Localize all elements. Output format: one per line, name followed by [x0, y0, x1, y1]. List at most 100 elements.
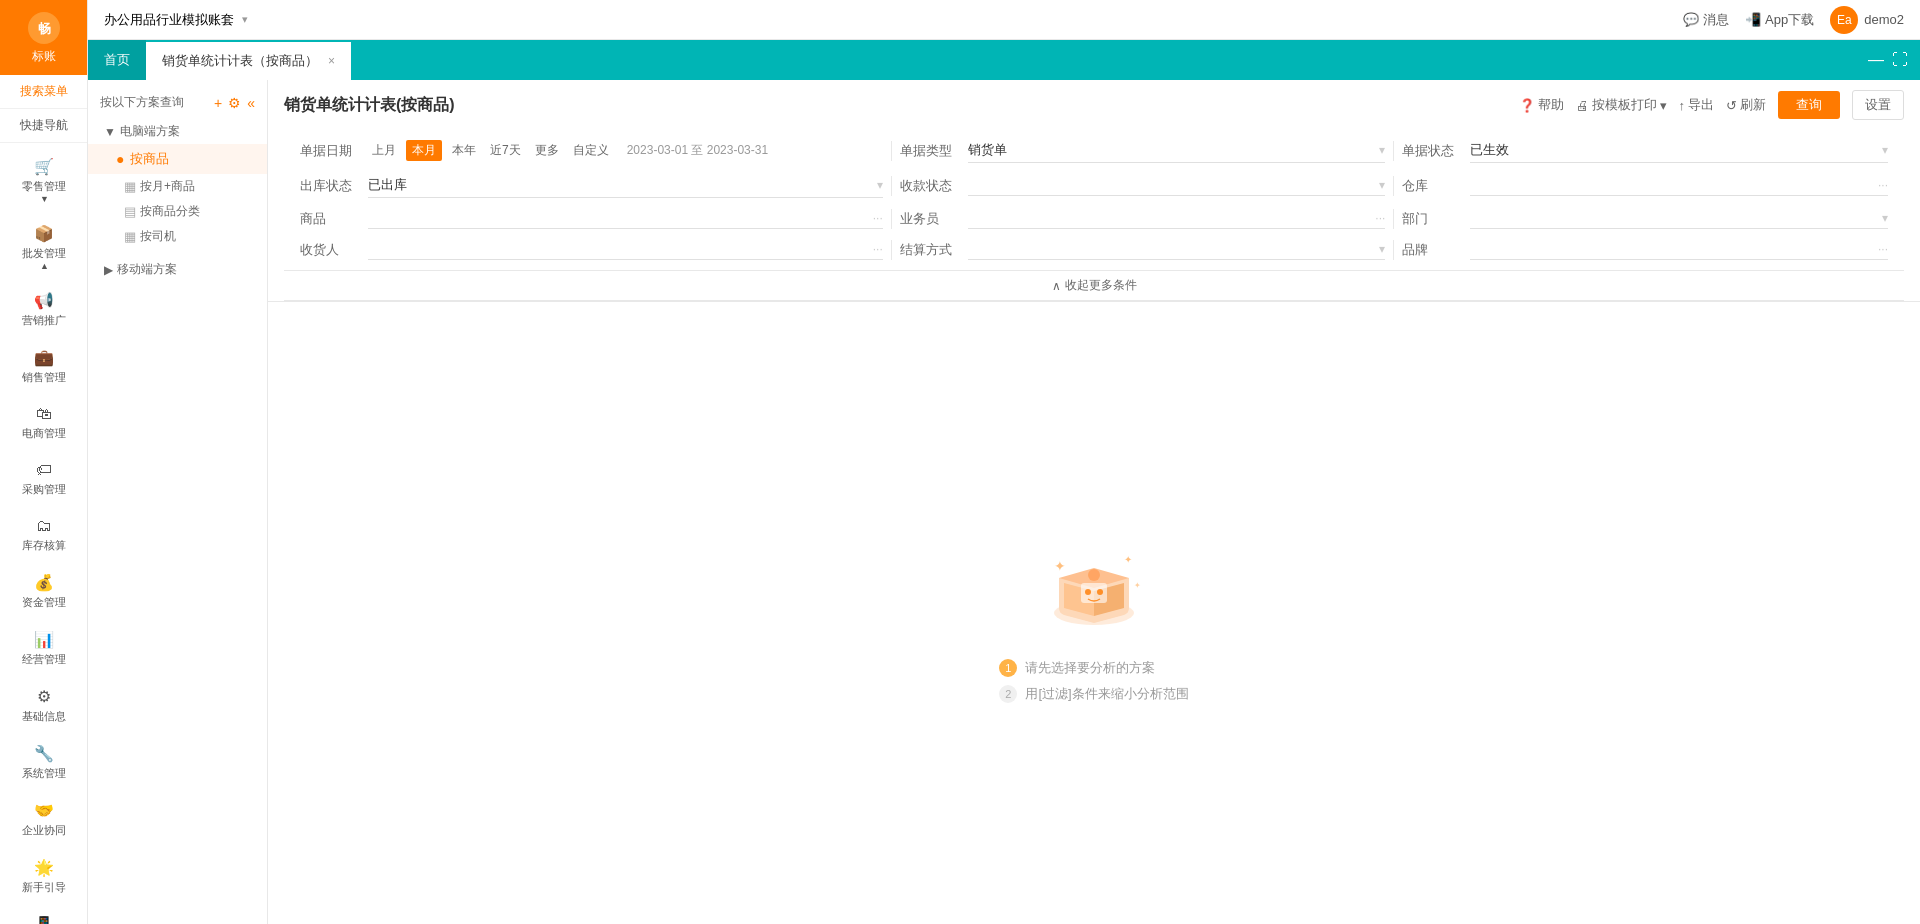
sidebar-item-label: 采购管理	[22, 482, 66, 497]
sidebar-item-inventory[interactable]: 🗂 库存核算	[0, 507, 87, 563]
collapse-button[interactable]: ∧ 收起更多条件	[1052, 277, 1137, 294]
sidebar-item-retail[interactable]: 🛒 零售管理 ▼	[0, 147, 87, 214]
settings-scheme-button[interactable]: ⚙	[228, 95, 241, 111]
user-area[interactable]: Ea demo2	[1830, 6, 1904, 34]
refresh-icon: ↺	[1726, 98, 1737, 113]
divider4	[1393, 176, 1394, 196]
payment-status-value[interactable]: ▾	[968, 175, 1386, 196]
refresh-label: 刷新	[1740, 96, 1766, 114]
refresh-button[interactable]: ↺ 刷新	[1726, 96, 1766, 114]
filter-title-text: 按以下方案查询	[100, 94, 184, 111]
sidebar-item-enterprise[interactable]: 🤝 企业协同	[0, 791, 87, 848]
app-download-button[interactable]: 📲 App下载	[1745, 11, 1814, 29]
filter-row-3: 商品 ··· 业务员 ···	[300, 208, 1888, 229]
page-title-row: 销货单统计计表(按商品) ❓ 帮助 🖨 按模板打印 ▾ ↑	[284, 90, 1904, 120]
this-month-tab[interactable]: 本月	[406, 140, 442, 161]
receiver-label: 收货人	[300, 241, 360, 259]
wholesale-icon: 📦	[34, 224, 54, 243]
receiver-value[interactable]: ···	[368, 239, 883, 260]
out-status-field: 出库状态 已出库 ▾	[300, 173, 883, 198]
collapse-up-icon: ∧	[1052, 279, 1061, 293]
out-status-arrow: ▾	[877, 178, 883, 192]
doc-status-text: 已生效	[1470, 141, 1878, 159]
sidebar-search[interactable]: 搜索菜单	[0, 75, 87, 109]
sidebar-item-basic[interactable]: ⚙ 基础信息	[0, 677, 87, 734]
scheme-by-sku[interactable]: ▦ 按司机	[88, 224, 267, 249]
user-label: demo2	[1864, 12, 1904, 27]
sidebar-item-appstore[interactable]: 📱 应用中心	[0, 905, 87, 924]
scheme-by-month-product[interactable]: ▦ 按月+商品	[88, 174, 267, 199]
messages-button[interactable]: 💬 消息	[1683, 11, 1729, 29]
department-arrow: ▾	[1882, 211, 1888, 225]
desktop-group-title[interactable]: ▼ 电脑端方案	[88, 119, 267, 144]
header-left: 办公用品行业模拟账套 ▾	[104, 11, 248, 29]
product-value[interactable]: ···	[368, 208, 883, 229]
date-label: 单据日期	[300, 142, 360, 160]
scheme-by-product[interactable]: ● 按商品	[88, 144, 267, 174]
sidebar-item-marketing[interactable]: 📢 营销推广	[0, 281, 87, 338]
header-dropdown-icon[interactable]: ▾	[242, 13, 248, 26]
date-field: 单据日期 上月 本月 本年 近7天 更多 自定义 20	[300, 140, 883, 161]
mobile-group-title[interactable]: ▶ 移动端方案	[88, 257, 267, 282]
divider7	[891, 240, 892, 260]
add-scheme-button[interactable]: +	[214, 95, 222, 111]
tip-1-text: 请先选择要分析的方案	[1025, 659, 1155, 677]
brand-label: 品牌	[1402, 241, 1462, 259]
sidebar-item-operations[interactable]: 📊 经营管理	[0, 620, 87, 677]
sidebar-item-wholesale[interactable]: 📦 批发管理 ▲	[0, 214, 87, 281]
last-7-days-tab[interactable]: 近7天	[486, 140, 525, 161]
warehouse-dots: ···	[1878, 178, 1888, 192]
guide-icon: 🌟	[34, 858, 54, 877]
tab-close-button[interactable]: ×	[328, 54, 335, 68]
doc-status-value[interactable]: 已生效 ▾	[1470, 138, 1888, 163]
maximize-button[interactable]: ⛶	[1892, 51, 1908, 69]
divider2	[1393, 141, 1394, 161]
desktop-group-label: 电脑端方案	[120, 123, 180, 140]
department-value[interactable]: ▾	[1470, 208, 1888, 229]
warehouse-value[interactable]: ···	[1470, 175, 1888, 196]
svg-point-5	[1085, 589, 1091, 595]
last-month-tab[interactable]: 上月	[368, 140, 400, 161]
top-header: 办公用品行业模拟账套 ▾ 💬 消息 📲 App下载 Ea demo2	[88, 0, 1920, 40]
minimize-button[interactable]: —	[1868, 51, 1884, 69]
brand-dots: ···	[1878, 242, 1888, 256]
sidebar-item-label: 基础信息	[22, 709, 66, 724]
payment-method-value[interactable]: ▾	[968, 239, 1386, 260]
sidebar-item-finance[interactable]: 💰 资金管理	[0, 563, 87, 620]
category-icon: ▤	[124, 204, 136, 219]
more-tab[interactable]: 更多	[531, 140, 563, 161]
help-button[interactable]: ❓ 帮助	[1519, 96, 1564, 114]
tab-active[interactable]: 销货单统计计表（按商品） ×	[146, 40, 351, 80]
export-button[interactable]: ↑ 导出	[1679, 96, 1715, 114]
quick-nav-label[interactable]: 快捷导航	[6, 117, 81, 134]
search-menu-label[interactable]: 搜索菜单	[6, 83, 81, 100]
doc-type-value[interactable]: 销货单 ▾	[968, 138, 1386, 163]
sku-icon: ▦	[124, 229, 136, 244]
out-status-label: 出库状态	[300, 177, 360, 195]
sidebar-item-sales[interactable]: 💼 销售管理	[0, 338, 87, 395]
sidebar-quick-nav[interactable]: 快捷导航	[0, 109, 87, 143]
sidebar-item-system[interactable]: 🔧 系统管理	[0, 734, 87, 791]
sidebar-item-label: 新手引导	[22, 880, 66, 895]
main-area: 办公用品行业模拟账套 ▾ 💬 消息 📲 App下载 Ea demo2 首页	[88, 0, 1920, 924]
custom-tab[interactable]: 自定义	[569, 140, 613, 161]
sidebar-item-purchase[interactable]: 🏷 采购管理	[0, 451, 87, 507]
this-year-tab[interactable]: 本年	[448, 140, 480, 161]
collapse-label: 收起更多条件	[1065, 277, 1137, 294]
query-button[interactable]: 查询	[1778, 91, 1840, 119]
template-print-button[interactable]: 🖨 按模板打印 ▾	[1576, 96, 1667, 114]
brand-value[interactable]: ···	[1470, 239, 1888, 260]
sidebar-item-ecommerce[interactable]: 🛍 电商管理	[0, 395, 87, 451]
divider8	[1393, 240, 1394, 260]
filter-row-2: 出库状态 已出库 ▾ 收款状态 ▾	[300, 173, 1888, 198]
tab-home[interactable]: 首页	[88, 40, 146, 80]
scheme-by-category[interactable]: ▤ 按商品分类	[88, 199, 267, 224]
retail-arrow: ▼	[40, 194, 49, 204]
salesperson-value[interactable]: ···	[968, 208, 1386, 229]
messages-label: 消息	[1703, 11, 1729, 29]
out-status-value[interactable]: 已出库 ▾	[368, 173, 883, 198]
export-icon: ↑	[1679, 98, 1686, 113]
collapse-scheme-button[interactable]: «	[247, 95, 255, 111]
sidebar-item-guide[interactable]: 🌟 新手引导	[0, 848, 87, 905]
settings-button[interactable]: 设置	[1852, 90, 1904, 120]
